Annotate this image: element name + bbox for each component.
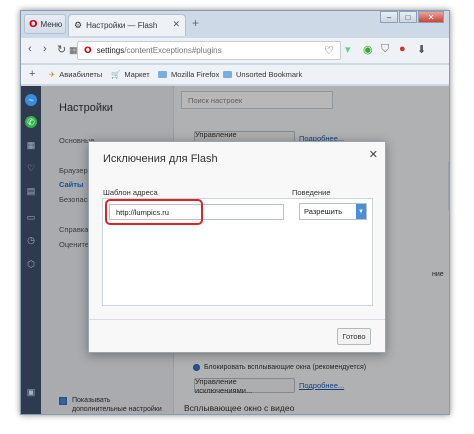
dialog-title: Исключения для Flash — [103, 153, 218, 165]
extensions-icon[interactable]: ⬡ — [25, 258, 37, 270]
bookmark-label: Unsorted Bookmark — [236, 70, 303, 79]
heart-icon[interactable]: ♡ — [324, 44, 334, 57]
bookmark-item[interactable]: Mozilla Firefox — [158, 70, 219, 79]
shield-icon[interactable]: ⛉ — [381, 43, 389, 56]
close-icon[interactable]: ✕ — [369, 148, 378, 161]
news-icon[interactable]: ▤ — [25, 185, 37, 197]
download-icon[interactable]: ⬇ — [417, 43, 426, 56]
bookmark-item[interactable]: Unsorted Bookmark — [223, 70, 302, 79]
bookmark-item[interactable]: 🛒 Маркет — [111, 70, 150, 79]
whatsapp-icon[interactable]: ✆ — [25, 116, 37, 128]
bookmarks-bar: + ✈ Авиабилеты 🛒 Маркет Mozilla Firefox … — [21, 65, 449, 85]
scrollbar[interactable] — [448, 161, 449, 211]
navigation-toolbar: ‹ › ↻ ▦ O settings/contentExceptions#plu… — [21, 38, 449, 64]
url-host: settings — [96, 46, 125, 55]
highlight-annotation — [105, 199, 203, 225]
bookmark-label: Маркет — [124, 70, 150, 79]
behavior-select[interactable]: Разрешить ▼ — [299, 203, 367, 220]
exceptions-list: http://lumpics.ru Разрешить ▼ — [102, 198, 373, 306]
speed-dial-icon[interactable]: ▦ — [25, 139, 37, 151]
bookmark-item[interactable]: ✈ Авиабилеты — [49, 70, 102, 79]
reload-icon[interactable]: ↻ — [57, 43, 66, 56]
back-icon[interactable]: ‹ — [28, 43, 32, 55]
window-controls: – □ ✕ — [380, 11, 444, 23]
tab-settings-flash[interactable]: ⚙ Настройки — Flash ✕ — [68, 14, 186, 36]
maximize-button[interactable]: □ — [399, 11, 417, 23]
history-icon[interactable]: ◷ — [25, 234, 37, 246]
tab-title: Настройки — Flash — [86, 21, 158, 30]
opera-page-icon: O — [84, 45, 92, 56]
plane-icon: ✈ — [49, 70, 56, 79]
window-close-button[interactable]: ✕ — [418, 11, 444, 23]
gear-icon: ⚙ — [74, 20, 83, 30]
folder-icon — [158, 71, 167, 78]
tab-close-icon[interactable]: ✕ — [172, 19, 180, 30]
behavior-value: Разрешить — [304, 207, 343, 216]
flash-exceptions-dialog: Исключения для Flash ✕ Шаблон адреса Пов… — [88, 141, 386, 353]
forward-icon[interactable]: › — [43, 43, 47, 55]
vpn-icon[interactable]: ◉ — [363, 43, 373, 56]
adblock-icon[interactable]: ● — [399, 43, 406, 55]
url-path: /contentExceptions#plugins — [124, 46, 222, 55]
tabs-icon[interactable]: ▭ — [25, 211, 37, 223]
done-button[interactable]: Готово — [337, 328, 371, 345]
bookmark-label: Mozilla Firefox — [171, 70, 220, 79]
heart-icon[interactable]: ♡ — [25, 162, 37, 174]
add-bookmark-icon[interactable]: + — [29, 68, 35, 80]
menu-label: Меню — [40, 19, 63, 29]
opera-logo-icon: O — [29, 18, 38, 30]
dialog-divider — [89, 319, 385, 320]
tab-bar: O Меню ⚙ Настройки — Flash ✕ + – □ ✕ — [21, 11, 449, 38]
extension-icon[interactable]: ▾ — [345, 43, 351, 56]
pattern-column-header: Шаблон адреса — [103, 188, 158, 197]
opera-sidebar: ~ ✆ ▦ ♡ ▤ ▭ ◷ ⬡ ▣ — [21, 86, 41, 414]
address-bar[interactable]: O settings/contentExceptions#plugins — [77, 41, 341, 60]
minimize-button[interactable]: – — [380, 11, 398, 23]
messenger-icon[interactable]: ~ — [25, 94, 37, 106]
opera-menu-button[interactable]: O Меню — [24, 14, 66, 34]
behavior-column-header: Поведение — [292, 188, 331, 197]
bookmark-label: Авиабилеты — [59, 70, 103, 79]
sidebar-settings-icon[interactable]: ▣ — [25, 386, 37, 398]
chevron-down-icon: ▼ — [356, 204, 366, 219]
new-tab-icon[interactable]: + — [192, 16, 199, 30]
cart-icon: 🛒 — [111, 70, 121, 79]
folder-icon — [223, 71, 232, 78]
